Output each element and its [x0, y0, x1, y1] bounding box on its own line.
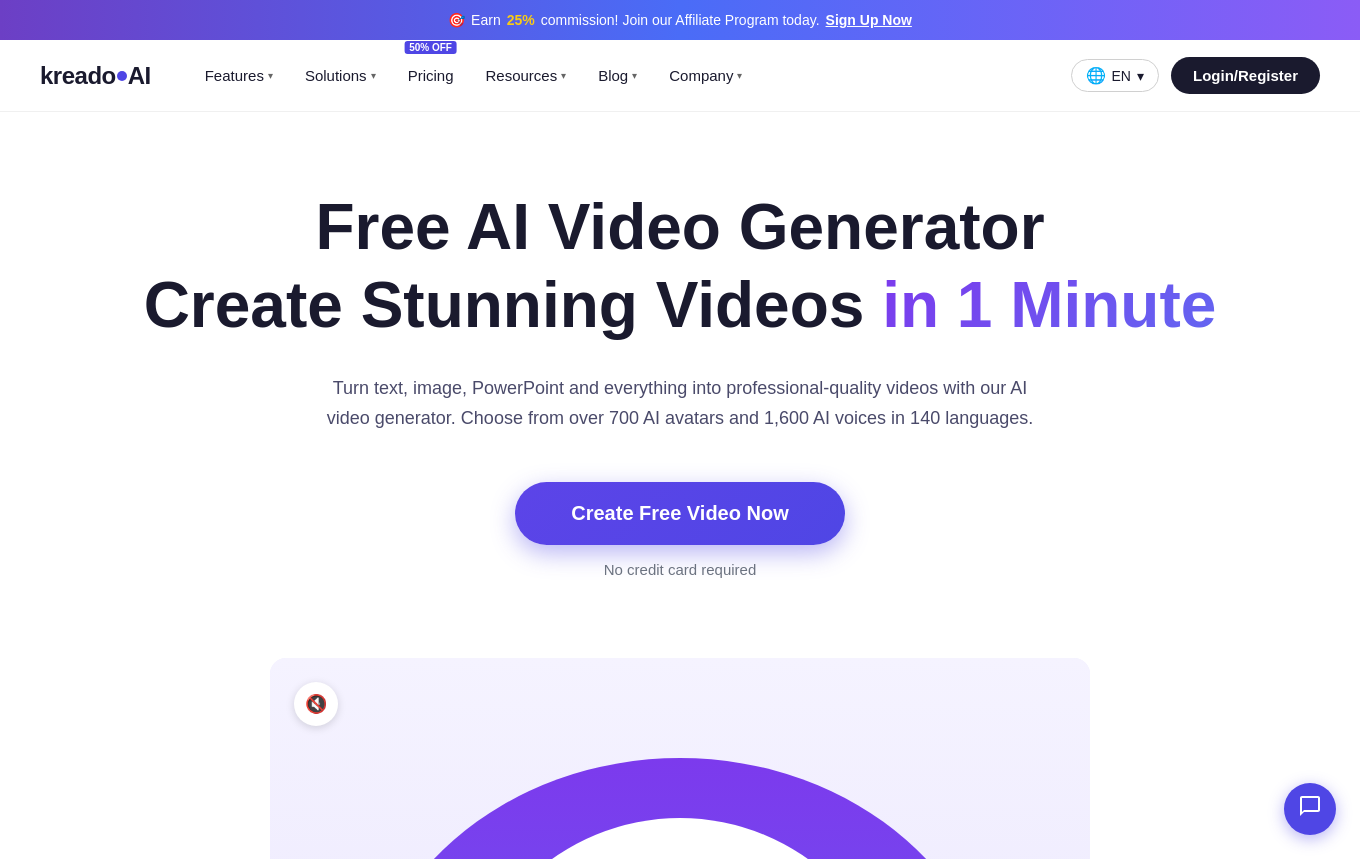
video-preview: 🔇 [270, 658, 1090, 859]
banner-highlight: 25% [507, 12, 535, 28]
hero-section: Free AI Video Generator Create Stunning … [80, 112, 1280, 618]
banner-signup-link[interactable]: Sign Up Now [826, 12, 912, 28]
chevron-down-icon: ▾ [371, 70, 376, 81]
chevron-down-icon: ▾ [1137, 68, 1144, 84]
nav-links: Features ▾ Solutions ▾ 50% OFF Pricing R… [191, 59, 1071, 92]
hero-title-line1: Free AI Video Generator [100, 192, 1260, 262]
nav-company[interactable]: Company ▾ [655, 59, 756, 92]
chevron-down-icon: ▾ [737, 70, 742, 81]
globe-icon: 🌐 [1086, 66, 1106, 85]
lang-label: EN [1112, 68, 1131, 84]
hero-title-line2: Create Stunning Videos in 1 Minute [100, 270, 1260, 340]
chat-icon [1298, 794, 1322, 824]
hero-subtitle: Turn text, image, PowerPoint and everyth… [320, 373, 1040, 434]
language-selector[interactable]: 🌐 EN ▾ [1071, 59, 1159, 92]
video-arch-background [270, 658, 1090, 859]
nav-blog[interactable]: Blog ▾ [584, 59, 651, 92]
navbar: kreado AI Features ▾ Solutions ▾ 50% OFF … [0, 40, 1360, 112]
create-free-video-button[interactable]: Create Free Video Now [515, 482, 844, 545]
pricing-badge: 50% OFF [404, 41, 457, 54]
nav-features[interactable]: Features ▾ [191, 59, 287, 92]
hero-title-accent: in 1 Minute [882, 269, 1216, 341]
chat-widget-button[interactable] [1284, 783, 1336, 835]
hero-title-plain: Create Stunning Videos [144, 269, 865, 341]
target-icon: 🎯 [448, 12, 465, 28]
svg-point-1 [460, 818, 900, 859]
chevron-down-icon: ▾ [632, 70, 637, 81]
logo-ai: AI [128, 62, 151, 90]
chevron-down-icon: ▾ [561, 70, 566, 81]
banner-suffix: commission! Join our Affiliate Program t… [541, 12, 820, 28]
banner-prefix: Earn [471, 12, 501, 28]
top-banner: 🎯 Earn 25% commission! Join our Affiliat… [0, 0, 1360, 40]
nav-resources[interactable]: Resources ▾ [471, 59, 580, 92]
login-register-button[interactable]: Login/Register [1171, 57, 1320, 94]
no-credit-label: No credit card required [100, 561, 1260, 578]
nav-solutions[interactable]: Solutions ▾ [291, 59, 390, 92]
nav-right: 🌐 EN ▾ Login/Register [1071, 57, 1320, 94]
logo-dot-icon [117, 71, 127, 81]
nav-pricing[interactable]: 50% OFF Pricing [394, 59, 468, 92]
inner-arch-svg [460, 738, 900, 859]
chevron-down-icon: ▾ [268, 70, 273, 81]
video-section-wrapper: 🔇 [230, 658, 1130, 859]
mute-icon: 🔇 [305, 693, 327, 715]
logo-text: kreado [40, 62, 116, 90]
logo[interactable]: kreado AI [40, 62, 151, 90]
mute-button[interactable]: 🔇 [294, 682, 338, 726]
